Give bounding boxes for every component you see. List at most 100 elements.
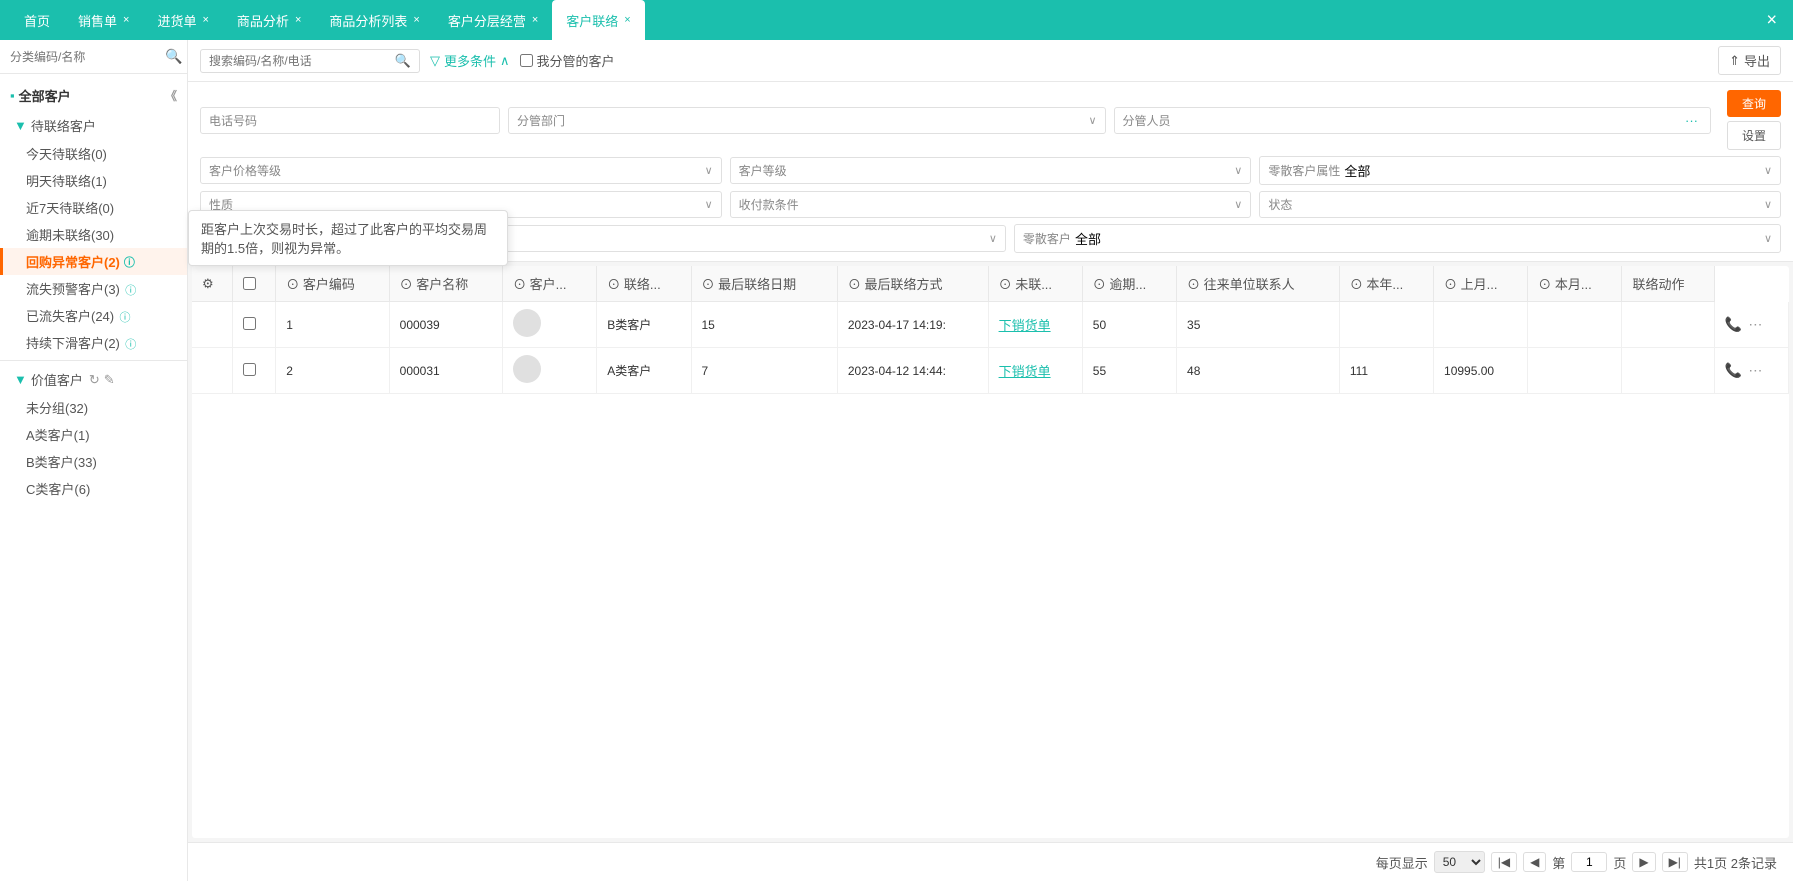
tab-product-analysis-close[interactable]: × bbox=[295, 14, 301, 26]
filter-price-level-field[interactable]: 客户价格等级 ∨ bbox=[200, 157, 722, 184]
retail-attr-dropdown-icon[interactable]: ∨ bbox=[1764, 164, 1772, 177]
tab-purchase-close[interactable]: × bbox=[202, 14, 208, 26]
th-this-month[interactable]: ⊙ 本月... bbox=[1528, 266, 1622, 302]
loss-warning-icon[interactable]: ⓘ bbox=[125, 285, 136, 297]
tab-customer-contact-close[interactable]: × bbox=[624, 14, 630, 26]
th-last-month[interactable]: ⊙ 上月... bbox=[1434, 266, 1528, 302]
sidebar-item-a-customers[interactable]: A类客户(1) bbox=[0, 421, 187, 448]
th-contact-count[interactable]: ⊙ 联络... bbox=[597, 266, 691, 302]
value-section-refresh-icon[interactable]: ↻ bbox=[89, 372, 100, 388]
filter-retail-customer-field[interactable]: 零散客户 全部 ∨ bbox=[1014, 224, 1781, 253]
contact-method-link[interactable]: 下销货单 bbox=[999, 318, 1051, 333]
department-dropdown-icon[interactable]: ∨ bbox=[1088, 114, 1096, 127]
first-page-btn[interactable]: |◀ bbox=[1491, 852, 1517, 872]
action-more-icon[interactable]: ⋯ bbox=[1748, 362, 1762, 379]
th-settings[interactable]: ⚙ bbox=[192, 266, 233, 302]
tab-customer-contact[interactable]: 客户联络 × bbox=[552, 0, 644, 40]
main-search-input[interactable] bbox=[209, 54, 395, 68]
sidebar-item-repurchase-anomaly[interactable]: 回购异常客户(2) ⓘ bbox=[0, 248, 187, 275]
action-more-icon[interactable]: ⋯ bbox=[1748, 316, 1762, 333]
filter-status-field[interactable]: 状态 ∨ bbox=[1259, 191, 1781, 218]
th-last-contact-method[interactable]: ⊙ 最后联络方式 bbox=[837, 266, 988, 302]
td-checkbox[interactable] bbox=[233, 302, 276, 348]
filter-phone-input[interactable] bbox=[261, 113, 491, 127]
th-name[interactable]: ⊙ 客户名称 bbox=[389, 266, 502, 302]
prev-page-btn[interactable]: ◀ bbox=[1523, 852, 1546, 872]
settings-button[interactable]: 设置 bbox=[1727, 121, 1781, 150]
th-level[interactable]: ⊙ 客户... bbox=[503, 266, 597, 302]
more-conditions-btn[interactable]: ▽ 更多条件 ∧ bbox=[430, 51, 510, 70]
next-page-btn[interactable]: ▶ bbox=[1632, 852, 1655, 872]
sidebar-value-section[interactable]: ▼ 价值客户 ↻ ✎ bbox=[0, 365, 187, 394]
price-level-dropdown-icon[interactable]: ∨ bbox=[705, 164, 713, 177]
tab-customer-layers[interactable]: 客户分层经营 × bbox=[434, 0, 552, 40]
row-checkbox[interactable] bbox=[243, 363, 256, 376]
sidebar-collapse-btn[interactable]: 《 bbox=[165, 87, 177, 104]
declining-icon[interactable]: ⓘ bbox=[125, 339, 136, 351]
th-checkbox[interactable] bbox=[233, 266, 276, 302]
filter-customer-level-field[interactable]: 客户等级 ∨ bbox=[730, 157, 1252, 184]
tab-product-analysis[interactable]: 商品分析 × bbox=[223, 0, 315, 40]
contact-method-link[interactable]: 下销货单 bbox=[999, 364, 1051, 379]
filter-department-field[interactable]: 分管部门 ∨ bbox=[508, 107, 1106, 134]
tab-sales-close[interactable]: × bbox=[123, 14, 129, 26]
sidebar-item-c-customers[interactable]: C类客户(6) bbox=[0, 475, 187, 502]
td-checkbox[interactable] bbox=[233, 348, 276, 394]
filter-payment-field[interactable]: 收付款条件 ∨ bbox=[730, 191, 1252, 218]
action-phone-icon[interactable]: 📞 bbox=[1725, 316, 1742, 333]
action-phone-icon[interactable]: 📞 bbox=[1725, 362, 1742, 379]
customer-table: ⚙ ⊙ 客户编码 ⊙ 客户名称 ⊙ 客户... ⊙ 联络... ⊙ 最后联络日期… bbox=[192, 266, 1789, 394]
tab-sales[interactable]: 销售单 × bbox=[64, 0, 143, 40]
th-year-amount[interactable]: ⊙ 本年... bbox=[1339, 266, 1433, 302]
filter-retail-customer-label: 零散客户 bbox=[1023, 230, 1071, 247]
page-input[interactable] bbox=[1571, 852, 1607, 872]
filter-retail-attr-field[interactable]: 零散客户属性 全部 ∨ bbox=[1259, 156, 1781, 185]
tab-purchase[interactable]: 进货单 × bbox=[143, 0, 222, 40]
query-button[interactable]: 查询 bbox=[1727, 90, 1781, 117]
th-partner-contact[interactable]: ⊙ 往来单位联系人 bbox=[1177, 266, 1340, 302]
sidebar-item-b-customers[interactable]: B类客户(33) bbox=[0, 448, 187, 475]
lost-customers-icon[interactable]: ⓘ bbox=[119, 312, 130, 324]
manager-more-icon[interactable]: ··· bbox=[1685, 113, 1698, 128]
sidebar-item-lost-customers[interactable]: 已流失客户(24) ⓘ bbox=[0, 302, 187, 329]
tab-product-analysis-list[interactable]: 商品分析列表 × bbox=[315, 0, 433, 40]
gender-dropdown-icon[interactable]: ∨ bbox=[705, 198, 713, 211]
retail-customer-dropdown-icon[interactable]: ∨ bbox=[1764, 232, 1772, 245]
sidebar-item-loss-warning[interactable]: 流失预警客户(3) ⓘ bbox=[0, 275, 187, 302]
customer-level-dropdown-icon[interactable]: ∨ bbox=[1234, 164, 1242, 177]
td-last-contact-method[interactable]: 下销货单 bbox=[988, 302, 1082, 348]
main-search-icon[interactable]: 🔍 bbox=[395, 53, 411, 69]
sidebar-search-input[interactable] bbox=[10, 50, 165, 64]
my-customers-checkbox-area[interactable]: 我分管的客户 bbox=[520, 51, 615, 70]
th-overdue[interactable]: ⊙ 逾期... bbox=[1082, 266, 1176, 302]
payment-dropdown-icon[interactable]: ∨ bbox=[1234, 198, 1242, 211]
select-all-checkbox[interactable] bbox=[243, 277, 256, 290]
status-dropdown-icon[interactable]: ∨ bbox=[1764, 198, 1772, 211]
last-page-btn[interactable]: ▶| bbox=[1662, 852, 1688, 872]
window-close-button[interactable]: × bbox=[1766, 10, 1777, 31]
th-un-contact[interactable]: ⊙ 未联... bbox=[988, 266, 1082, 302]
td-last-contact-method[interactable]: 下销货单 bbox=[988, 348, 1082, 394]
sidebar-item-unclassified[interactable]: 未分组(32) bbox=[0, 394, 187, 421]
tab-home[interactable]: 首页 bbox=[10, 0, 64, 40]
row-checkbox[interactable] bbox=[243, 317, 256, 330]
tab-customer-layers-close[interactable]: × bbox=[532, 14, 538, 26]
sidebar-item-tomorrow-pending[interactable]: 明天待联络(1) bbox=[0, 167, 187, 194]
sidebar-item-declining-customers[interactable]: 持续下滑客户(2) ⓘ bbox=[0, 329, 187, 356]
sidebar-all-customers[interactable]: ▪ 全部客户 《 bbox=[0, 80, 187, 111]
per-page-select[interactable]: 50 10 20 100 bbox=[1434, 851, 1485, 873]
tab-product-analysis-list-close[interactable]: × bbox=[413, 14, 419, 26]
filter-manager-field[interactable]: 分管人员 ··· bbox=[1114, 107, 1712, 134]
customer-type-dropdown-icon[interactable]: ∨ bbox=[989, 232, 997, 245]
th-code[interactable]: ⊙ 客户编码 bbox=[276, 266, 389, 302]
export-button[interactable]: ⇑ 导出 bbox=[1718, 46, 1781, 75]
my-customers-checkbox[interactable] bbox=[520, 54, 533, 67]
sidebar-pending-section[interactable]: ▼ 待联络客户 bbox=[0, 111, 187, 140]
value-section-edit-icon[interactable]: ✎ bbox=[104, 372, 115, 388]
sidebar-search-icon[interactable]: 🔍 bbox=[165, 48, 182, 65]
sidebar-item-overdue-pending[interactable]: 逾期未联络(30) bbox=[0, 221, 187, 248]
sidebar-item-today-pending[interactable]: 今天待联络(0) bbox=[0, 140, 187, 167]
th-last-contact-date[interactable]: ⊙ 最后联络日期 bbox=[691, 266, 837, 302]
repurchase-info-icon[interactable]: ⓘ bbox=[124, 254, 135, 270]
sidebar-item-7days-pending[interactable]: 近7天待联络(0) bbox=[0, 194, 187, 221]
